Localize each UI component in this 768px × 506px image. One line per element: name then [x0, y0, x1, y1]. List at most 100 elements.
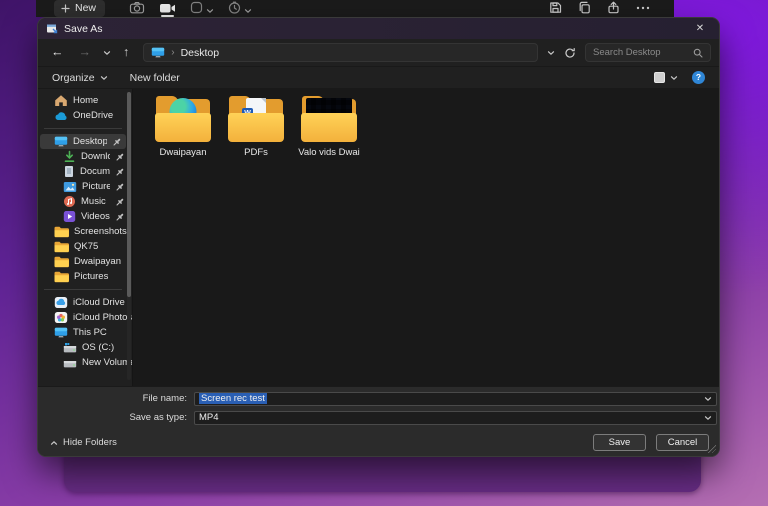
sidebar-item-pictures[interactable]: Pictures: [38, 179, 132, 194]
search-input[interactable]: [593, 47, 688, 58]
sidebar-item-label: Pictures: [82, 181, 110, 192]
new-folder-button[interactable]: New folder: [130, 72, 180, 84]
save-type-row: Save as type: MP4: [38, 410, 717, 425]
folder-name: Dwaipayan: [160, 147, 207, 158]
dialog-content: Home OneDrive Desktop DownloadsDocuments Pic…: [38, 89, 719, 386]
sidebar-item-dwaipayan[interactable]: Dwaipayan: [38, 254, 132, 269]
file-list-area[interactable]: Dwaipayan PDFs Valo vids Dwai: [132, 89, 719, 386]
forward-button[interactable]: →: [76, 45, 95, 60]
save-type-label: Save as type:: [38, 412, 194, 423]
sidebar-item-screenshots[interactable]: Screenshots: [38, 224, 132, 239]
save-type-dropdown-chevron-icon[interactable]: [704, 415, 712, 421]
sidebar-item-home[interactable]: Home: [38, 93, 132, 108]
organize-button[interactable]: Organize: [52, 72, 108, 84]
hide-folders-label: Hide Folders: [63, 437, 117, 448]
search-icon[interactable]: [693, 48, 703, 58]
sidebar-item-label: Desktop: [73, 136, 107, 147]
this-pc-icon: [54, 327, 68, 338]
address-bar[interactable]: › Desktop: [143, 43, 538, 62]
sidebar-scrollbar-thumb[interactable]: [127, 92, 131, 297]
refresh-icon[interactable]: [564, 47, 576, 59]
sidebar-item-videos[interactable]: Videos: [38, 209, 132, 224]
plus-icon: [61, 4, 70, 13]
sidebar-item-label: Pictures: [74, 271, 108, 282]
sidebar-item-pictures[interactable]: Pictures: [38, 269, 132, 284]
up-button[interactable]: ↑: [120, 45, 132, 60]
sidebar-item-label: iCloud Photos: [73, 312, 132, 323]
hide-folders-button[interactable]: Hide Folders: [50, 437, 117, 448]
dialog-footer: Hide Folders Save Cancel: [38, 434, 719, 451]
sidebar-item-icloud-photos[interactable]: iCloud Photos: [38, 310, 132, 325]
folder-tile-dwaipayan[interactable]: Dwaipayan: [151, 96, 215, 158]
folder-tile-pdfs[interactable]: PDFs: [224, 96, 288, 158]
save-button[interactable]: Save: [593, 434, 646, 451]
videos-icon: [63, 210, 76, 223]
file-name-dropdown-chevron-icon[interactable]: [704, 396, 712, 402]
close-button[interactable]: ✕: [689, 20, 711, 37]
camera-snip-icon[interactable]: [129, 1, 145, 16]
sidebar-divider: [44, 128, 122, 129]
copy-icon[interactable]: [578, 1, 591, 16]
sidebar-item-desktop[interactable]: Desktop: [40, 134, 126, 149]
file-name-input[interactable]: Screen rec test: [194, 392, 717, 406]
share-icon[interactable]: [607, 1, 620, 16]
save-type-value: MP4: [199, 412, 219, 423]
save-icon[interactable]: [549, 1, 562, 16]
sidebar-item-label: QK75: [74, 241, 98, 252]
dialog-titlebar[interactable]: Save As ✕: [38, 18, 719, 39]
recent-locations-chevron-icon[interactable]: [103, 50, 111, 56]
music-icon: [63, 195, 76, 208]
sidebar-scrollbar[interactable]: [127, 92, 131, 380]
new-snip-button[interactable]: New: [54, 0, 105, 17]
sidebar-item-icloud-drive[interactable]: iCloud Drive: [38, 295, 132, 310]
more-icon[interactable]: [636, 6, 650, 12]
sidebar-item-onedrive[interactable]: OneDrive: [38, 108, 132, 123]
snipping-toolbar: New: [36, 0, 674, 17]
back-button[interactable]: ←: [48, 45, 67, 60]
cancel-button[interactable]: Cancel: [656, 434, 709, 451]
help-button[interactable]: ?: [692, 71, 705, 84]
sidebar: Home OneDrive Desktop DownloadsDocuments Pic…: [38, 89, 132, 386]
view-mode-button[interactable]: [654, 72, 678, 83]
documents-icon: [63, 165, 75, 178]
drive-icon: [63, 357, 77, 369]
sidebar-item-label: This PC: [73, 327, 107, 338]
snip-delay-icon[interactable]: [228, 1, 252, 16]
navigation-bar: ← → ↑ › Desktop: [38, 39, 719, 67]
sidebar-item-label: iCloud Drive: [73, 297, 125, 308]
view-mode-chevron-icon: [670, 75, 678, 81]
sidebar-item-qk75[interactable]: QK75: [38, 239, 132, 254]
new-snip-label: New: [75, 2, 96, 14]
breadcrumb-separator: ›: [171, 47, 174, 58]
save-type-select[interactable]: MP4: [194, 411, 717, 425]
sidebar-item-label: Videos: [81, 211, 110, 222]
sidebar-item-label: Home: [73, 95, 98, 106]
sidebar-divider: [44, 289, 122, 290]
sidebar-item-label: Screenshots: [74, 226, 127, 237]
video-record-icon[interactable]: [159, 2, 176, 16]
folder-name: Valo vids Dwai: [298, 147, 360, 158]
file-name-label: File name:: [38, 393, 194, 404]
folder-tile-valo-vids-dwai[interactable]: Valo vids Dwai: [297, 96, 361, 158]
sidebar-item-documents[interactable]: Documents: [38, 164, 132, 179]
resize-grip[interactable]: [708, 445, 716, 453]
dialog-buttons: Save Cancel: [593, 434, 709, 451]
onedrive-icon: [54, 111, 68, 121]
folder-icon: [54, 241, 69, 253]
snip-shape-icon[interactable]: [190, 1, 214, 16]
breadcrumb-desktop[interactable]: Desktop: [181, 47, 220, 59]
save-as-dialog: Save As ✕ ← → ↑ › Desktop Organize New f…: [38, 18, 719, 456]
pictures-icon: [63, 181, 77, 193]
sidebar-item-label: OS (C:): [82, 342, 114, 353]
address-dropdown-chevron-icon[interactable]: [547, 50, 555, 56]
sidebar-item-new-volume-d-[interactable]: New Volume (D:: [38, 355, 132, 370]
new-folder-label: New folder: [130, 72, 180, 84]
pin-icon: [112, 137, 126, 147]
sidebar-item-os-c-[interactable]: OS (C:): [38, 340, 132, 355]
sidebar-item-music[interactable]: Music: [38, 194, 132, 209]
sidebar-list: Home OneDrive Desktop DownloadsDocuments Pic…: [38, 93, 132, 370]
sidebar-item-downloads[interactable]: Downloads: [38, 149, 132, 164]
snip-actions-group: [549, 1, 664, 16]
file-name-row: File name: Screen rec test: [38, 391, 717, 406]
sidebar-item-this-pc[interactable]: This PC: [38, 325, 132, 340]
